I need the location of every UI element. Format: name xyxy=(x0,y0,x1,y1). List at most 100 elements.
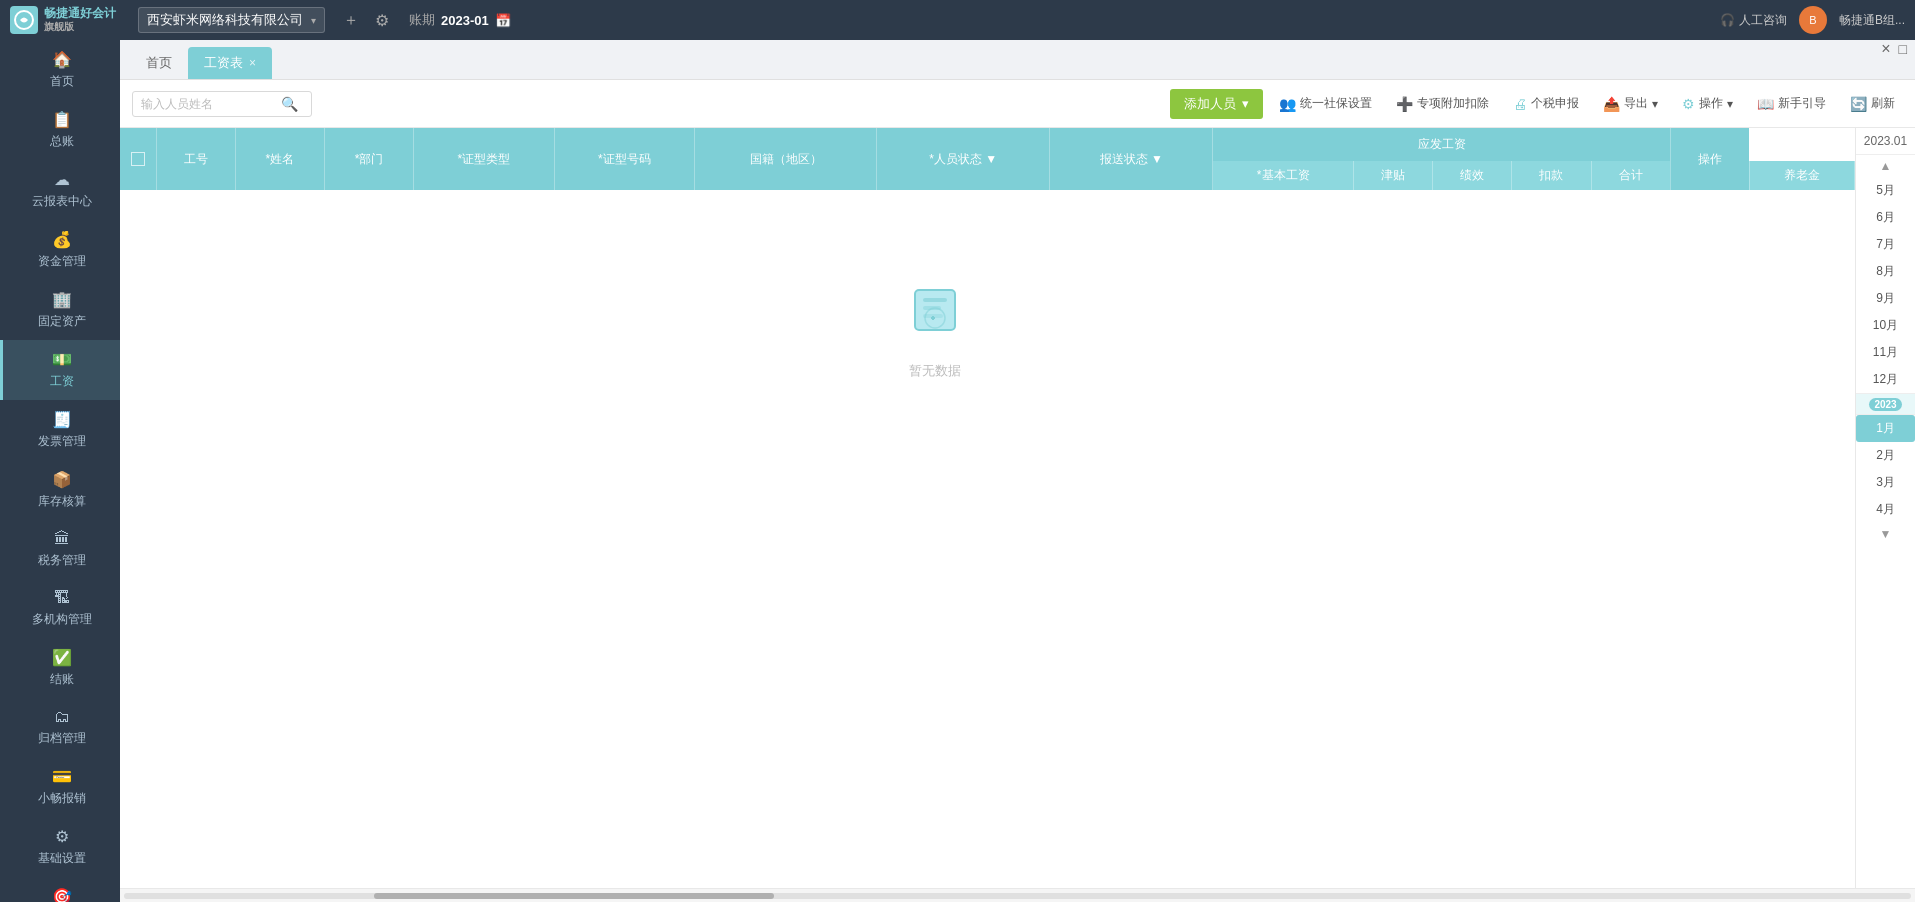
refresh-btn[interactable]: 🔄 刷新 xyxy=(1842,91,1903,116)
month-2022-06[interactable]: 6月 xyxy=(1856,204,1915,231)
th-pension: 养老金 xyxy=(1749,161,1854,190)
social-security-icon: 👥 xyxy=(1279,96,1296,112)
sidebar-item-guide[interactable]: 🎯 新手引导 xyxy=(0,877,120,902)
period-label: 账期 xyxy=(409,11,435,29)
special-deduction-icon: ➕ xyxy=(1396,96,1413,112)
logo-text-area: 畅捷通好会计 旗舰版 xyxy=(44,6,116,34)
th-id-no: *证型号码 xyxy=(554,128,695,190)
month-2023-01[interactable]: 1月 xyxy=(1856,415,1915,442)
add-person-button[interactable]: 添加人员 ▾ xyxy=(1170,89,1263,119)
tax-report-btn[interactable]: 🖨 个税申报 xyxy=(1505,91,1587,116)
th-nationality: 国籍（地区） xyxy=(695,128,877,190)
social-security-btn[interactable]: 👥 统一社保设置 xyxy=(1271,91,1380,116)
scroll-bar-area[interactable] xyxy=(120,888,1915,902)
search-input[interactable] xyxy=(141,97,281,111)
th-report-status[interactable]: 报送状态 ▼ xyxy=(1050,128,1213,190)
special-deduction-label: 专项附加扣除 xyxy=(1417,95,1489,112)
human-service-btn[interactable]: 🎧 人工咨询 xyxy=(1720,12,1787,29)
sidebar-item-salary[interactable]: 💵 工资 xyxy=(0,340,120,400)
user-avatar[interactable]: B xyxy=(1799,6,1827,34)
th-person-status[interactable]: *人员状态 ▼ xyxy=(877,128,1050,190)
month-2022-11[interactable]: 11月 xyxy=(1856,339,1915,366)
sidebar-item-invoice[interactable]: 🧾 发票管理 xyxy=(0,400,120,460)
operation-btn[interactable]: ⚙ 操作 ▾ xyxy=(1674,91,1741,116)
archive-icon: 🗂 xyxy=(54,708,70,726)
human-service-label: 人工咨询 xyxy=(1739,12,1787,29)
month-2022-05[interactable]: 5月 xyxy=(1856,177,1915,204)
sidebar-item-expense-label: 小畅报销 xyxy=(38,790,86,807)
assets-icon: 🏢 xyxy=(52,290,72,309)
year-up-btn[interactable]: ▲ xyxy=(1856,155,1915,177)
main-layout: 🏠 首页 📋 总账 ☁ 云报表中心 💰 资金管理 🏢 固定资产 💵 工资 🧾 发… xyxy=(0,40,1915,902)
tab-bar: 首页 工资表 × xyxy=(120,40,1915,80)
th-name: *姓名 xyxy=(235,128,324,190)
th-deduction: 扣款 xyxy=(1512,161,1591,190)
settings-icon[interactable]: ⚙ xyxy=(371,9,393,32)
sidebar-item-archive[interactable]: 🗂 归档管理 xyxy=(0,698,120,757)
search-wrap[interactable]: 🔍 xyxy=(132,91,312,117)
export-icon: 📤 xyxy=(1603,96,1620,112)
calendar-icon[interactable]: 📅 xyxy=(495,13,511,28)
tax-icon: 🏛 xyxy=(54,530,70,548)
maximize-window-btn[interactable]: □ xyxy=(1899,41,1907,57)
month-2023-03[interactable]: 3月 xyxy=(1856,469,1915,496)
operation-chevron-icon: ▾ xyxy=(1727,97,1733,111)
scroll-bar-thumb[interactable] xyxy=(374,893,774,899)
tab-home[interactable]: 首页 xyxy=(130,47,188,79)
tax-report-label: 个税申报 xyxy=(1531,95,1579,112)
select-all-checkbox[interactable] xyxy=(131,152,145,166)
year-2023-section: 1月 2月 3月 4月 xyxy=(1856,415,1915,523)
sidebar-item-ledger[interactable]: 📋 总账 xyxy=(0,100,120,160)
empty-state: 暂无数据 xyxy=(120,190,1749,460)
table-container: 工号 *姓名 *部门 *证型类型 *证型号码 国籍（地区） *人员状态 ▼ 报送… xyxy=(120,128,1855,888)
sidebar-item-expense[interactable]: 💳 小畅报销 xyxy=(0,757,120,817)
sidebar-item-closing-label: 结账 xyxy=(50,671,74,688)
export-chevron-icon: ▾ xyxy=(1652,97,1658,111)
scroll-bar-track[interactable] xyxy=(124,893,1911,899)
company-selector[interactable]: 西安虾米网络科技有限公司 ▾ xyxy=(138,7,325,33)
sidebar-item-fixed-assets[interactable]: 🏢 固定资产 xyxy=(0,280,120,340)
empty-text: 暂无数据 xyxy=(909,362,961,380)
company-name: 西安虾米网络科技有限公司 xyxy=(147,11,303,29)
headset-icon: 🎧 xyxy=(1720,13,1735,27)
sidebar-item-closing[interactable]: ✅ 结账 xyxy=(0,638,120,698)
sidebar-item-home[interactable]: 🏠 首页 xyxy=(0,40,120,100)
month-2022-10[interactable]: 10月 xyxy=(1856,312,1915,339)
tab-salary-table[interactable]: 工资表 × xyxy=(188,47,272,79)
top-right: 🎧 人工咨询 B 畅捷通B组... xyxy=(1720,6,1905,34)
tab-close-icon[interactable]: × xyxy=(249,56,256,70)
month-2022-08[interactable]: 8月 xyxy=(1856,258,1915,285)
sidebar-item-cloud-report[interactable]: ☁ 云报表中心 xyxy=(0,160,120,220)
th-checkbox[interactable] xyxy=(120,128,156,190)
sidebar-item-inventory[interactable]: 📦 库存核算 xyxy=(0,460,120,520)
year-badge: 2023 xyxy=(1869,398,1901,411)
toolbar: 🔍 添加人员 ▾ 👥 统一社保设置 ➕ 专项附加扣除 🖨 个税申报 📤 xyxy=(120,80,1915,128)
company-chevron-icon: ▾ xyxy=(311,15,316,26)
month-2023-04[interactable]: 4月 xyxy=(1856,496,1915,523)
sidebar-item-tax[interactable]: 🏛 税务管理 xyxy=(0,520,120,579)
close-window-btn[interactable]: × xyxy=(1881,40,1890,58)
guide-toolbar-icon: 📖 xyxy=(1757,96,1774,112)
month-2022-07[interactable]: 7月 xyxy=(1856,231,1915,258)
guide-toolbar-btn[interactable]: 📖 新手引导 xyxy=(1749,91,1834,116)
svg-rect-2 xyxy=(923,298,947,302)
window-controls: × □ xyxy=(1881,40,1907,58)
month-2022-09[interactable]: 9月 xyxy=(1856,285,1915,312)
content-area: 首页 工资表 × 🔍 添加人员 ▾ 👥 统一社保设置 ➕ xyxy=(120,40,1915,902)
home-icon: 🏠 xyxy=(52,50,72,69)
sidebar-item-capital[interactable]: 💰 资金管理 xyxy=(0,220,120,280)
month-2022-12[interactable]: 12月 xyxy=(1856,366,1915,393)
tax-report-icon: 🖨 xyxy=(1513,96,1527,112)
search-icon[interactable]: 🔍 xyxy=(281,96,298,112)
sidebar-item-settings[interactable]: ⚙ 基础设置 xyxy=(0,817,120,877)
sidebar-item-ledger-label: 总账 xyxy=(50,133,74,150)
year-down-btn[interactable]: ▼ xyxy=(1856,523,1915,545)
sidebar-item-multi-org[interactable]: 🏗 多机构管理 xyxy=(0,579,120,638)
add-company-btn[interactable]: ＋ xyxy=(339,8,363,33)
sidebar-item-tax-label: 税务管理 xyxy=(38,552,86,569)
special-deduction-btn[interactable]: ➕ 专项附加扣除 xyxy=(1388,91,1497,116)
month-2023-02[interactable]: 2月 xyxy=(1856,442,1915,469)
add-chevron-icon: ▾ xyxy=(1242,96,1249,111)
th-base-salary: *基本工资 xyxy=(1213,161,1354,190)
export-btn[interactable]: 📤 导出 ▾ xyxy=(1595,91,1666,116)
